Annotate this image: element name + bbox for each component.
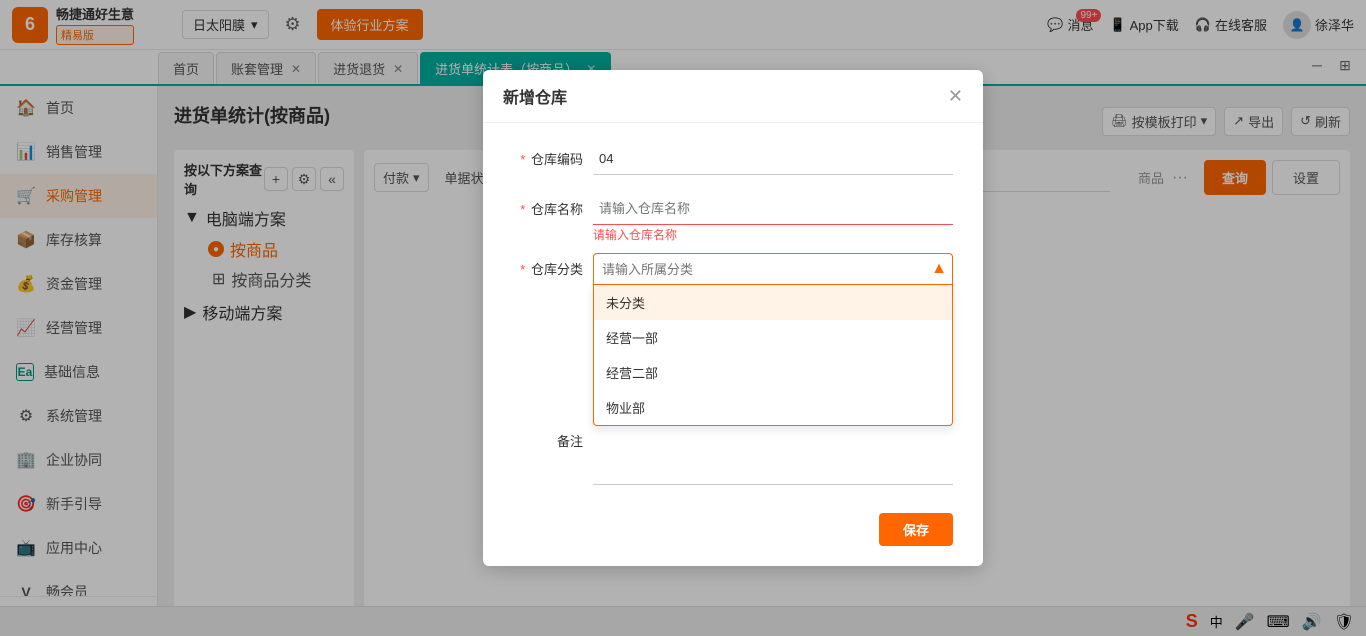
form-row-remark: 备注 bbox=[513, 425, 953, 485]
dropdown-item-0[interactable]: 未分类 bbox=[594, 285, 952, 320]
remark-label: 备注 bbox=[513, 425, 583, 450]
form-row-name: * 仓库名称 请输入仓库名称 bbox=[513, 193, 953, 225]
name-error-msg: 请输入仓库名称 bbox=[593, 226, 677, 243]
category-input[interactable] bbox=[593, 253, 953, 285]
code-label: * 仓库编码 bbox=[513, 143, 583, 168]
category-wrapper: ▲ 未分类 经营一部 经营二部 物业部 bbox=[593, 253, 953, 285]
name-required-mark: * bbox=[520, 202, 525, 217]
form-row-code: * 仓库编码 bbox=[513, 143, 953, 175]
dropdown-item-2[interactable]: 经营二部 bbox=[594, 355, 952, 390]
modal-title: 新增仓库 bbox=[503, 84, 567, 108]
category-label: * 仓库分类 bbox=[513, 253, 583, 278]
modal-body: * 仓库编码 * 仓库名称 请输入仓库名称 * 仓库分类 ▲ bbox=[483, 123, 983, 513]
form-row-category: * 仓库分类 ▲ 未分类 经营一部 经营二部 物业部 bbox=[513, 253, 953, 285]
category-required-mark: * bbox=[520, 262, 525, 277]
add-warehouse-modal: 新增仓库 ✕ * 仓库编码 * 仓库名称 请输入仓库名称 * bbox=[483, 70, 983, 566]
dropdown-item-1[interactable]: 经营一部 bbox=[594, 320, 952, 355]
required-mark: * bbox=[520, 152, 525, 167]
name-input[interactable] bbox=[593, 193, 953, 225]
code-input[interactable] bbox=[593, 143, 953, 175]
modal-close-button[interactable]: ✕ bbox=[948, 86, 963, 107]
category-dropdown: 未分类 经营一部 经营二部 物业部 bbox=[593, 285, 953, 426]
save-button[interactable]: 保存 bbox=[879, 513, 953, 546]
category-toggle-icon[interactable]: ▲ bbox=[931, 260, 947, 278]
dropdown-item-3[interactable]: 物业部 bbox=[594, 390, 952, 425]
modal-header: 新增仓库 ✕ bbox=[483, 70, 983, 123]
modal-footer: 保存 bbox=[483, 513, 983, 546]
name-label: * 仓库名称 bbox=[513, 193, 583, 218]
remark-input[interactable] bbox=[593, 425, 953, 485]
